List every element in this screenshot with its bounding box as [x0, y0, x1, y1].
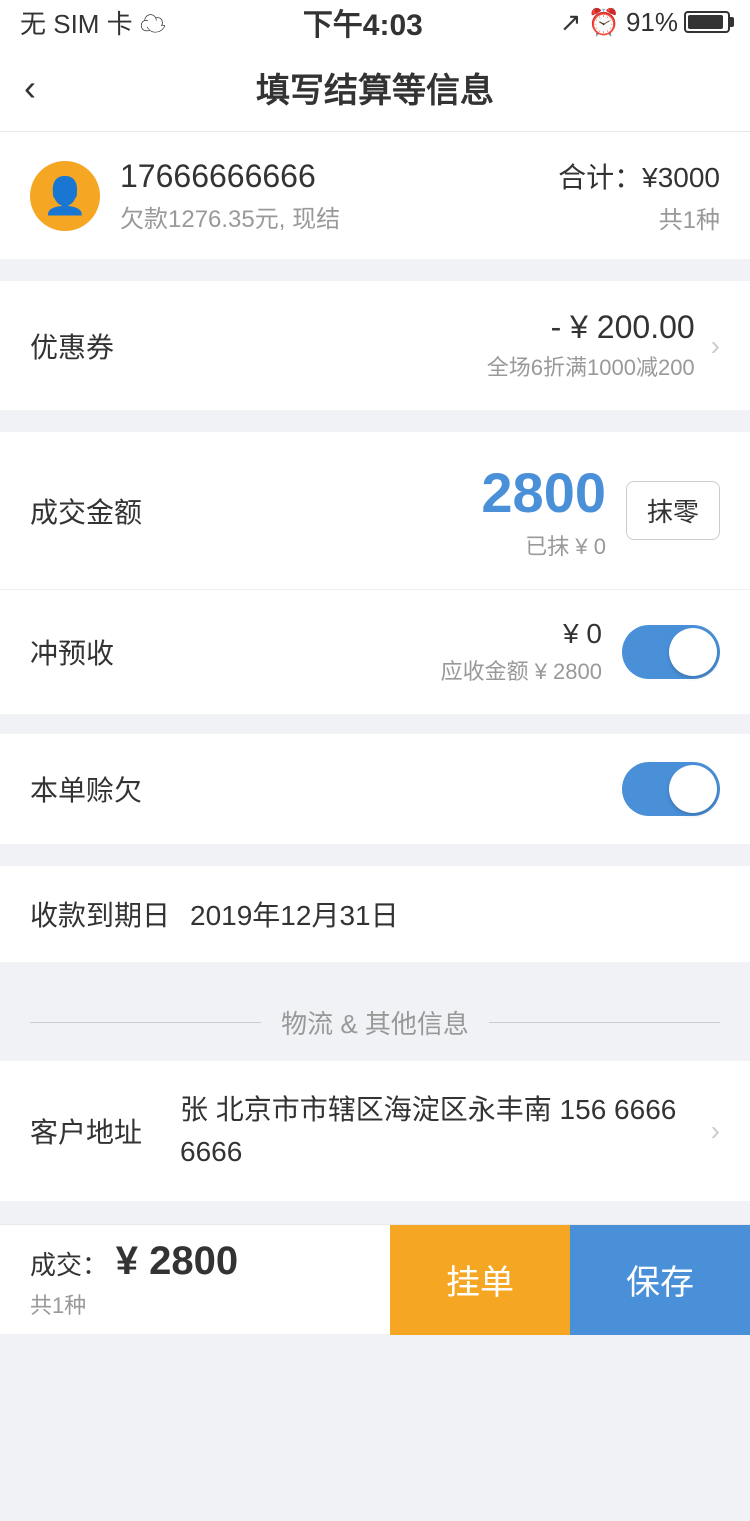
- address-label: 客户地址: [30, 1111, 160, 1151]
- hold-button[interactable]: 挂单: [390, 1225, 570, 1335]
- coupon-row[interactable]: 优惠券 - ¥ 200.00 全场6折满1000减200 ›: [0, 281, 750, 410]
- amount-sub: 已抹 ¥ 0: [481, 529, 606, 561]
- prepay-amount: ¥ 0: [441, 618, 602, 650]
- bottom-summary: 成交： ¥ 2800 共1种: [0, 1239, 390, 1320]
- bottom-deal-label: 成交：: [30, 1250, 108, 1280]
- divider-2: [0, 412, 750, 432]
- user-right: 合计：¥3000 共1种: [558, 156, 720, 235]
- sim-label: 无 SIM 卡 ☁: [20, 4, 166, 41]
- amount-row: 成交金额 2800 已抹 ¥ 0 抹零: [0, 432, 750, 590]
- user-info: 17666666666 欠款1276.35元, 现结: [120, 158, 340, 234]
- coupon-desc: 全场6折满1000减200: [487, 350, 695, 382]
- nav-bar: ‹ 填写结算等信息: [0, 44, 750, 132]
- address-value: 张 北京市市辖区海淀区永丰南 156 6666 6666: [160, 1089, 711, 1173]
- credit-label: 本单赊欠: [30, 769, 142, 809]
- amount-right: 2800 已抹 ¥ 0 抹零: [481, 460, 720, 561]
- toggle-knob: [669, 628, 717, 676]
- user-card: 👤 17666666666 欠款1276.35元, 现结 合计：¥3000 共1…: [0, 132, 750, 259]
- alarm-icon: ⏰: [588, 7, 620, 38]
- amount-value: 2800: [481, 460, 606, 525]
- bottom-bar: 成交： ¥ 2800 共1种 挂单 保存: [0, 1224, 750, 1334]
- prepay-toggle[interactable]: [622, 625, 720, 679]
- prepay-row: 冲预收 ¥ 0 应收金额 ¥ 2800: [0, 590, 750, 714]
- credit-toggle[interactable]: [622, 762, 720, 816]
- total-label: 合计：¥3000: [558, 156, 720, 196]
- battery-fill: [688, 15, 723, 29]
- status-bar: 无 SIM 卡 ☁ 下午4:03 ↗ ⏰ 91%: [0, 0, 750, 44]
- address-row[interactable]: 客户地址 张 北京市市辖区海淀区永丰南 156 6666 6666 ›: [0, 1061, 750, 1201]
- back-button[interactable]: ‹: [24, 67, 36, 109]
- logistics-text: 物流 & 其他信息: [281, 1004, 469, 1041]
- prepay-right: ¥ 0 应收金额 ¥ 2800: [441, 618, 720, 686]
- bottom-count: 共1种: [30, 1288, 360, 1320]
- due-date-row: 收款到期日 2019年12月31日: [0, 866, 750, 962]
- battery-icon: [684, 11, 730, 33]
- status-right: ↗ ⏰ 91%: [560, 7, 730, 38]
- divider-5: [0, 964, 750, 984]
- divider-1: [0, 261, 750, 281]
- avatar-icon: 👤: [43, 175, 88, 217]
- sep-line-left: [30, 1022, 261, 1023]
- prepay-label: 冲预收: [30, 632, 114, 672]
- prepay-sub: 应收金额 ¥ 2800: [441, 654, 602, 686]
- save-button[interactable]: 保存: [570, 1225, 750, 1335]
- bottom-deal-line: 成交： ¥ 2800: [30, 1239, 360, 1284]
- credit-row: 本单赊欠: [0, 734, 750, 844]
- divider-4: [0, 846, 750, 866]
- bottom-amount: ¥ 2800: [116, 1239, 238, 1283]
- battery-percent: 91%: [626, 7, 678, 38]
- user-left: 👤 17666666666 欠款1276.35元, 现结: [30, 158, 340, 234]
- coupon-section: 优惠券 - ¥ 200.00 全场6折满1000减200 ›: [0, 281, 750, 410]
- avatar: 👤: [30, 161, 100, 231]
- logistics-separator: 物流 & 其他信息: [0, 984, 750, 1061]
- coupon-label: 优惠券: [30, 326, 114, 366]
- address-chevron-icon: ›: [711, 1115, 720, 1147]
- coupon-right: - ¥ 200.00 全场6折满1000减200 ›: [487, 309, 720, 382]
- user-phone: 17666666666: [120, 158, 340, 195]
- due-date-value: 2019年12月31日: [190, 894, 399, 934]
- chevron-right-icon: ›: [711, 330, 720, 362]
- amount-label: 成交金额: [30, 491, 142, 531]
- status-time: 下午4:03: [303, 0, 423, 44]
- page-title: 填写结算等信息: [256, 63, 494, 112]
- location-icon: ↗: [560, 7, 582, 38]
- due-date-label: 收款到期日: [30, 894, 170, 934]
- prepay-value-block: ¥ 0 应收金额 ¥ 2800: [441, 618, 602, 686]
- round-button[interactable]: 抹零: [626, 481, 720, 540]
- status-left: 无 SIM 卡 ☁: [20, 4, 166, 41]
- item-count: 共1种: [558, 200, 720, 235]
- credit-toggle-knob: [669, 765, 717, 813]
- user-subtitle: 欠款1276.35元, 现结: [120, 199, 340, 234]
- divider-3: [0, 714, 750, 734]
- coupon-value: - ¥ 200.00: [487, 309, 695, 346]
- sep-line-right: [489, 1022, 720, 1023]
